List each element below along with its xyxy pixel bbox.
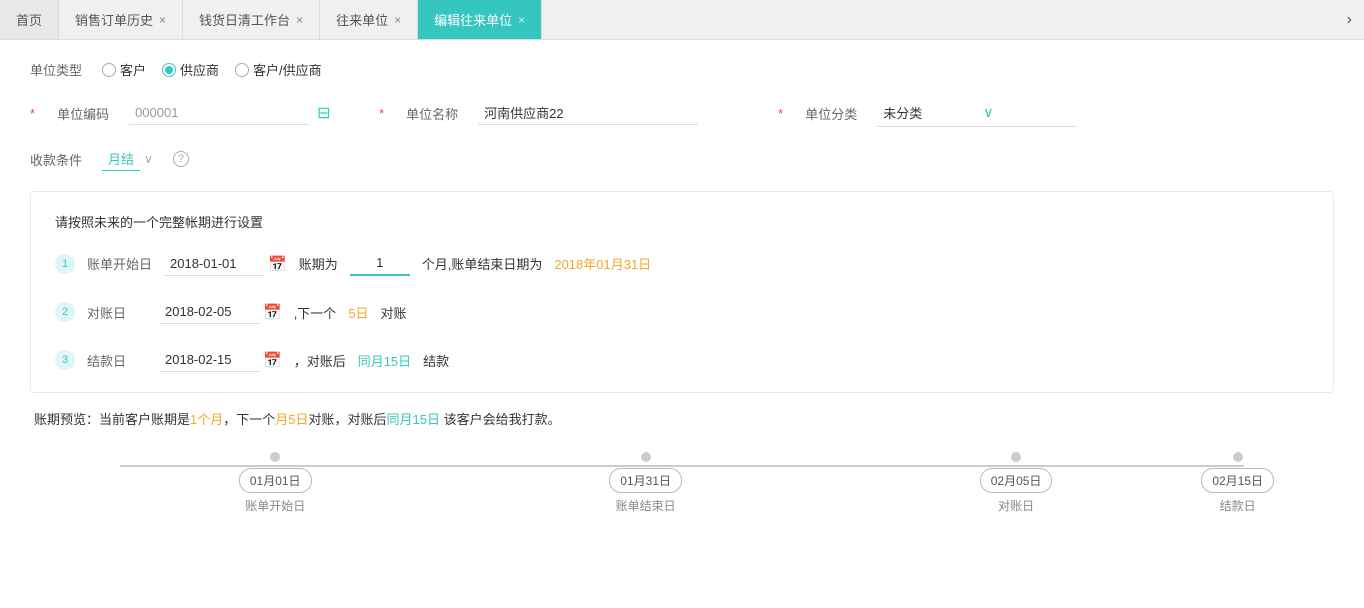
code-copy-icon[interactable]: ⊟ bbox=[317, 103, 330, 123]
period-row-3: 3 结款日 📅 ，对账后 同月15日 结款 bbox=[55, 348, 1309, 372]
period-row2-highlight: 5日 bbox=[348, 303, 368, 322]
start-date-wrap: 📅 bbox=[164, 252, 287, 276]
preview-part3: 同月15日 bbox=[387, 412, 440, 427]
tab-more-button[interactable]: › bbox=[1335, 0, 1364, 39]
period-month-unit: 个月,账单结束日期为 bbox=[422, 254, 543, 273]
close-partner[interactable]: × bbox=[394, 13, 401, 27]
reconcile-date-input[interactable] bbox=[159, 300, 259, 324]
tab-home[interactable]: 首页 bbox=[0, 0, 59, 39]
period-label-2: 对账日 bbox=[87, 303, 147, 322]
period-label-3: 结款日 bbox=[87, 351, 147, 370]
preview-part1: 1个月 bbox=[190, 412, 223, 427]
close-cash-work[interactable]: × bbox=[296, 13, 303, 27]
unit-type-row: 单位类型 客户 供应商 客户/供应商 bbox=[30, 60, 1334, 79]
unit-type-label: 单位类型 bbox=[30, 60, 82, 79]
timeline-nodes: 01月01日 账单开始日 01月31日 账单结束日 02月05日 对账日 02月… bbox=[90, 452, 1274, 514]
radio-supplier[interactable]: 供应商 bbox=[162, 60, 219, 79]
payment-label: 收款条件 bbox=[30, 150, 82, 169]
payment-row: 收款条件 月结 ∨ ? bbox=[30, 147, 1334, 171]
period-num-3: 3 bbox=[55, 350, 75, 370]
payment-date-input[interactable] bbox=[159, 348, 259, 372]
timeline-dot-4 bbox=[1233, 452, 1243, 462]
radio-both[interactable]: 客户/供应商 bbox=[235, 60, 322, 79]
close-edit-partner[interactable]: × bbox=[518, 13, 525, 27]
tab-bar: 首页 销售订单历史 × 钱货日清工作台 × 往来单位 × 编辑往来单位 × › bbox=[0, 0, 1364, 40]
close-sales-history[interactable]: × bbox=[159, 13, 166, 27]
period-row2-suffix: 对账 bbox=[381, 303, 407, 322]
period-row-2: 2 对账日 📅 ,下一个 5日 对账 bbox=[55, 300, 1309, 324]
radio-both-circle bbox=[235, 63, 249, 77]
period-num-1: 1 bbox=[55, 254, 75, 274]
category-select[interactable]: 未分类 ∨ bbox=[877, 99, 1077, 127]
timeline-dot-2 bbox=[641, 452, 651, 462]
period-num-2: 2 bbox=[55, 302, 75, 322]
payment-help-icon[interactable]: ? bbox=[173, 151, 189, 167]
timeline-dot-1 bbox=[270, 452, 280, 462]
payment-value: 月结 bbox=[102, 147, 140, 171]
tab-edit-partner[interactable]: 编辑往来单位 × bbox=[418, 0, 542, 39]
code-label: 单位编码 bbox=[57, 104, 109, 123]
tab-sales-history[interactable]: 销售订单历史 × bbox=[59, 0, 183, 39]
period-end-date: 2018年01月31日 bbox=[554, 254, 651, 273]
code-input[interactable] bbox=[129, 101, 317, 124]
start-date-input[interactable] bbox=[164, 252, 264, 276]
period-row3-prefix: ，对账后 bbox=[294, 351, 346, 370]
timeline-section: 01月01日 账单开始日 01月31日 账单结束日 02月05日 对账日 02月… bbox=[30, 452, 1334, 534]
period-label-1: 账单开始日 bbox=[87, 254, 152, 273]
period-row3-suffix: 结款 bbox=[423, 351, 449, 370]
period-suffix-1: 账期为 bbox=[299, 254, 338, 273]
timeline-label-3: 对账日 bbox=[998, 497, 1034, 514]
period-settings-box: 请按照未来的一个完整帐期进行设置 1 账单开始日 📅 账期为 个月,账单结束日期… bbox=[30, 191, 1334, 393]
start-date-calendar-icon[interactable]: 📅 bbox=[268, 255, 287, 273]
tab-partner[interactable]: 往来单位 × bbox=[320, 0, 418, 39]
timeline-label-4: 结款日 bbox=[1220, 497, 1256, 514]
timeline-label-1: 账单开始日 bbox=[245, 497, 305, 514]
timeline-label-2: 账单结束日 bbox=[616, 497, 676, 514]
reconcile-date-calendar-icon[interactable]: 📅 bbox=[263, 303, 282, 321]
category-label: 单位分类 bbox=[805, 104, 857, 123]
period-title: 请按照未来的一个完整帐期进行设置 bbox=[55, 212, 1309, 231]
radio-supplier-circle bbox=[162, 63, 176, 77]
timeline-node-4: 02月15日 结款日 bbox=[1201, 452, 1274, 514]
preview-text: 账期预览：当前客户账期是1个月，下一个月5日对账，对账后同月15日 该客户会给我… bbox=[30, 409, 1334, 428]
radio-customer[interactable]: 客户 bbox=[102, 60, 146, 79]
code-input-wrap: ⊟ bbox=[129, 101, 309, 125]
unit-type-radio-group: 客户 供应商 客户/供应商 bbox=[102, 60, 322, 79]
payment-select[interactable]: 月结 ∨ bbox=[102, 147, 153, 171]
tab-cash-work[interactable]: 钱货日清工作台 × bbox=[183, 0, 320, 39]
name-input[interactable] bbox=[478, 101, 698, 125]
month-input[interactable] bbox=[350, 251, 410, 276]
radio-customer-circle bbox=[102, 63, 116, 77]
payment-date-wrap: 📅 bbox=[159, 348, 282, 372]
timeline-dot-3 bbox=[1011, 452, 1021, 462]
timeline-node-2: 01月31日 账单结束日 bbox=[460, 452, 830, 514]
period-row3-highlight: 同月15日 bbox=[358, 351, 411, 370]
code-name-category-row: * 单位编码 ⊟ * 单位名称 * 单位分类 未分类 ∨ bbox=[30, 99, 1334, 127]
timeline-badge-2: 01月31日 bbox=[609, 468, 682, 493]
timeline-node-1: 01月01日 账单开始日 bbox=[90, 452, 460, 514]
period-row2-prefix: ,下一个 bbox=[294, 303, 337, 322]
reconcile-date-wrap: 📅 bbox=[159, 300, 282, 324]
name-label: 单位名称 bbox=[406, 104, 458, 123]
payment-date-calendar-icon[interactable]: 📅 bbox=[263, 351, 282, 369]
preview-part2: 月5日 bbox=[275, 412, 308, 427]
payment-chevron-icon: ∨ bbox=[144, 152, 153, 166]
category-chevron-icon: ∨ bbox=[977, 100, 1077, 125]
period-row-1: 1 账单开始日 📅 账期为 个月,账单结束日期为 2018年01月31日 bbox=[55, 251, 1309, 276]
timeline-badge-4: 02月15日 bbox=[1201, 468, 1274, 493]
timeline-node-3: 02月05日 对账日 bbox=[831, 452, 1201, 514]
main-content: 单位类型 客户 供应商 客户/供应商 * 单位编码 ⊟ * 单位名称 bbox=[0, 40, 1364, 608]
timeline-badge-3: 02月05日 bbox=[980, 468, 1053, 493]
timeline-badge-1: 01月01日 bbox=[239, 468, 312, 493]
